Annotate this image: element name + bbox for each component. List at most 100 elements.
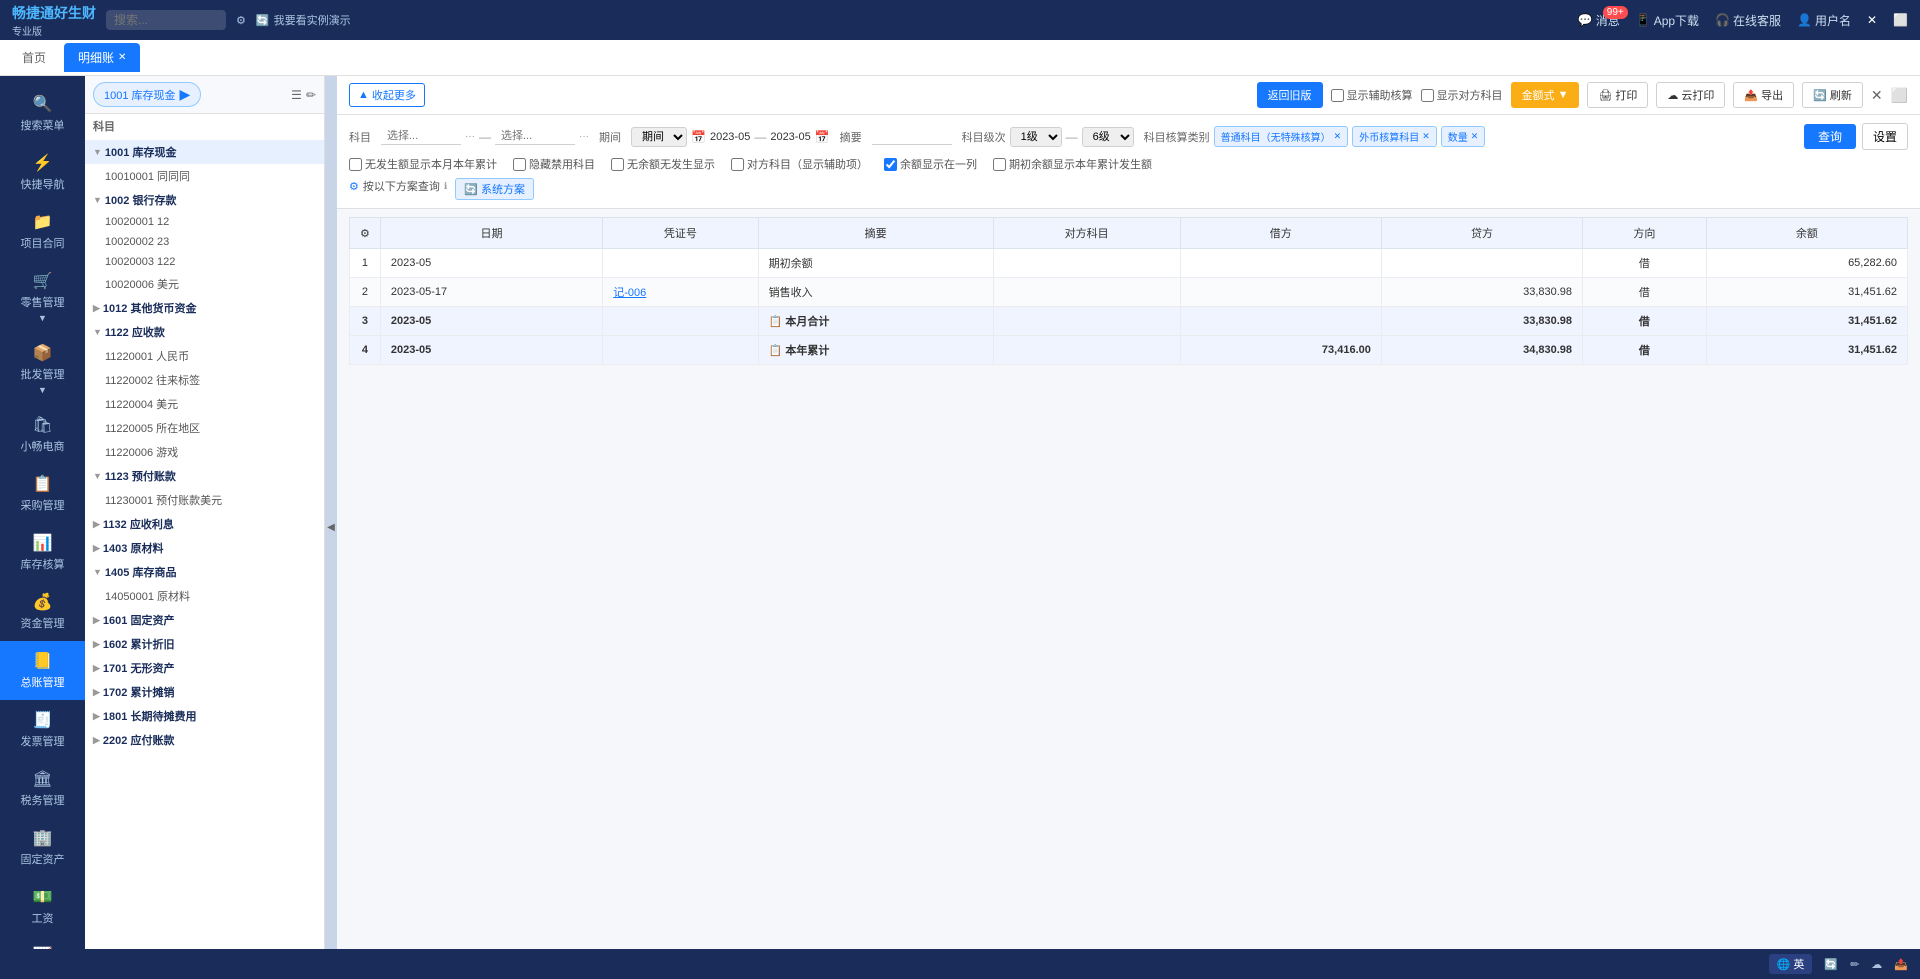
tab-home[interactable]: 首页 xyxy=(8,43,60,72)
checkbox-no-balance[interactable]: 无余额无发生显示 xyxy=(611,156,715,172)
tree-item-1001[interactable]: ▼ 1001 库存现金 xyxy=(85,140,324,164)
account-edit-icon[interactable]: ✏ xyxy=(306,88,316,102)
sidebar-item-salary[interactable]: 💵 工资 xyxy=(0,877,85,936)
message-button[interactable]: 💬 消息 99+ xyxy=(1578,12,1620,29)
tree-item-1701[interactable]: ▶ 1701 无形资产 xyxy=(85,656,324,680)
account-list-icon[interactable]: ☰ xyxy=(291,88,302,102)
demo-link[interactable]: 🔄 我要看实例演示 xyxy=(256,12,351,28)
tree-item-11220004[interactable]: 11220004 美元 xyxy=(85,392,324,416)
subject-end-input[interactable] xyxy=(495,128,575,145)
sidebar-item-tax[interactable]: 🏛 税务管理 xyxy=(0,759,85,818)
main-layout: 🔍 搜索菜单 ⚡ 快捷导航 📁 项目合同 🛒 零售管理 ▼ 📦 批发管理 ▼ 🛍… xyxy=(0,76,1920,979)
tree-item-10020006[interactable]: 10020006 美元 xyxy=(85,272,324,296)
tree-item-11220002[interactable]: 11220002 往来标签 xyxy=(85,368,324,392)
checkbox-period-initial[interactable]: 期初余额显示本年累计发生额 xyxy=(993,156,1152,172)
tree-item-1702[interactable]: ▶ 1702 累计摊销 xyxy=(85,680,324,704)
view-mode-button[interactable]: 金额式 ▼ xyxy=(1511,82,1580,108)
tree-item-1405[interactable]: ▼ 1405 库存商品 xyxy=(85,560,324,584)
tree-item-2202[interactable]: ▶ 2202 应付账款 xyxy=(85,728,324,752)
tree-item-1123[interactable]: ▼ 1123 预付账款 xyxy=(85,464,324,488)
tree-item-10020001[interactable]: 10020001 12 xyxy=(85,212,324,232)
tree-item-11220005[interactable]: 11220005 所在地区 xyxy=(85,416,324,440)
subject-end-more-icon[interactable]: ··· xyxy=(579,131,589,142)
selected-account-tag[interactable]: 1001 库存现金 ▶ xyxy=(93,82,201,107)
scheme-button[interactable]: 🔄 系统方案 xyxy=(455,178,534,200)
period-type-select[interactable]: 期间 xyxy=(631,127,687,147)
expand-panel-button[interactable]: ⬜ xyxy=(1891,87,1908,104)
level-from-select[interactable]: 1级 xyxy=(1010,127,1062,147)
tree-item-1602[interactable]: ▶ 1602 累计折旧 xyxy=(85,632,324,656)
sidebar-item-search[interactable]: 🔍 搜索菜单 xyxy=(0,84,85,143)
tree-item-1801[interactable]: ▶ 1801 长期待摊费用 xyxy=(85,704,324,728)
subject-type-tag-1-remove[interactable]: ✕ xyxy=(1422,131,1430,142)
scheme-info-icon[interactable]: ℹ xyxy=(444,181,447,192)
close-window-button[interactable]: ✕ xyxy=(1867,13,1877,27)
export-button[interactable]: 📤 导出 xyxy=(1733,82,1794,108)
subject-type-tag-0[interactable]: 普通科目（无特殊核算） ✕ xyxy=(1214,126,1349,147)
online-service-button[interactable]: 🎧 在线客服 xyxy=(1715,12,1781,29)
panel-collapse-arrow[interactable]: ◀ xyxy=(325,76,337,979)
sidebar-item-asset[interactable]: 🏢 固定资产 xyxy=(0,818,85,877)
show-auxiliary-check[interactable]: 显示辅助核算 xyxy=(1331,87,1413,103)
subject-type-tag-0-remove[interactable]: ✕ xyxy=(1334,131,1342,142)
maximize-button[interactable]: ⬜ xyxy=(1893,13,1908,27)
top-search-input[interactable] xyxy=(106,10,226,30)
print-button[interactable]: 🖨 打印 xyxy=(1587,82,1648,108)
cloud-print-button[interactable]: ☁ 云打印 xyxy=(1656,82,1725,108)
tree-item-10010001[interactable]: 10010001 同同同 xyxy=(85,164,324,188)
tree-item-1012[interactable]: ▶ 1012 其他货币资金 xyxy=(85,296,324,320)
col-settings[interactable]: ⚙ xyxy=(350,218,381,249)
tree-item-11230001[interactable]: 11230001 预付账款美元 xyxy=(85,488,324,512)
user-avatar[interactable]: 👤 用户名 xyxy=(1797,12,1851,29)
filter-settings-button[interactable]: 设置 xyxy=(1862,123,1908,150)
sidebar-item-project[interactable]: 📁 项目合同 xyxy=(0,202,85,261)
app-download-button[interactable]: 📱 App下载 xyxy=(1636,12,1699,29)
voucher-link[interactable]: 记-006 xyxy=(613,287,646,299)
sidebar-item-inventory[interactable]: 📊 库存核算 xyxy=(0,523,85,582)
checkbox-opposite[interactable]: 对方科目（显示辅助项） xyxy=(731,156,868,172)
return-old-version-button[interactable]: 返回旧版 xyxy=(1257,82,1323,108)
settings-icon[interactable]: ⚙ xyxy=(236,14,246,27)
sidebar-item-retail[interactable]: 🛒 零售管理 ▼ xyxy=(0,261,85,333)
summary-input[interactable] xyxy=(872,128,952,145)
sidebar-item-capital[interactable]: 💰 资金管理 xyxy=(0,582,85,641)
checkbox-balance-one-col[interactable]: 余额显示在一列 xyxy=(884,156,977,172)
sidebar-item-wholesale[interactable]: 📦 批发管理 ▼ xyxy=(0,333,85,405)
subject-input[interactable] xyxy=(381,128,461,145)
account-next-icon[interactable]: ▶ xyxy=(180,86,191,103)
query-button[interactable]: 查询 xyxy=(1804,124,1856,149)
bottom-edit-icon[interactable]: ✏ xyxy=(1850,958,1859,971)
tab-detail[interactable]: 明细账 ✕ xyxy=(64,43,140,72)
subject-more-icon[interactable]: ··· xyxy=(465,131,475,142)
refresh-button[interactable]: 🔄 刷新 xyxy=(1802,82,1863,108)
sidebar-item-quick[interactable]: ⚡ 快捷导航 xyxy=(0,143,85,202)
tree-item-11220006[interactable]: 11220006 游戏 xyxy=(85,440,324,464)
tree-item-14050001[interactable]: 14050001 原材料 xyxy=(85,584,324,608)
checkbox-hide-disabled[interactable]: 隐藏禁用科目 xyxy=(513,156,595,172)
lang-switch-button[interactable]: 🌐 英 xyxy=(1769,954,1813,974)
tree-item-11220001[interactable]: 11220001 人民币 xyxy=(85,344,324,368)
show-opposite-check[interactable]: 显示对方科目 xyxy=(1421,87,1503,103)
checkbox-no-amount[interactable]: 无发生额显示本月本年累计 xyxy=(349,156,497,172)
sidebar-item-ledger[interactable]: 📒 总账管理 xyxy=(0,641,85,700)
tree-item-10020003[interactable]: 10020003 122 xyxy=(85,252,324,272)
collapse-more-button[interactable]: ▲ 收起更多 xyxy=(349,83,425,107)
tree-item-1403[interactable]: ▶ 1403 原材料 xyxy=(85,536,324,560)
tree-item-1002[interactable]: ▼ 1002 银行存款 xyxy=(85,188,324,212)
tab-close-button[interactable]: ✕ xyxy=(118,52,126,63)
tree-item-10020002[interactable]: 10020002 23 xyxy=(85,232,324,252)
subject-type-tag-2-remove[interactable]: ✕ xyxy=(1471,131,1479,142)
bottom-refresh-icon[interactable]: 🔄 xyxy=(1824,958,1838,971)
level-to-select[interactable]: 6级 xyxy=(1082,127,1134,147)
sidebar-item-ecommerce[interactable]: 🛍 小畅电商 xyxy=(0,405,85,464)
tree-item-1601[interactable]: ▶ 1601 固定资产 xyxy=(85,608,324,632)
sidebar-item-invoice[interactable]: 🧾 发票管理 xyxy=(0,700,85,759)
sidebar-item-purchase[interactable]: 📋 采购管理 xyxy=(0,464,85,523)
bottom-cloud-icon[interactable]: ☁ xyxy=(1871,958,1882,971)
close-panel-button[interactable]: ✕ xyxy=(1871,87,1883,104)
tree-item-1132[interactable]: ▶ 1132 应收利息 xyxy=(85,512,324,536)
subject-type-tag-1[interactable]: 外币核算科目 ✕ xyxy=(1352,126,1437,147)
subject-type-tag-2[interactable]: 数量 ✕ xyxy=(1441,126,1486,147)
tree-item-1122[interactable]: ▼ 1122 应收款 xyxy=(85,320,324,344)
bottom-upload-icon[interactable]: 📤 xyxy=(1894,958,1908,971)
